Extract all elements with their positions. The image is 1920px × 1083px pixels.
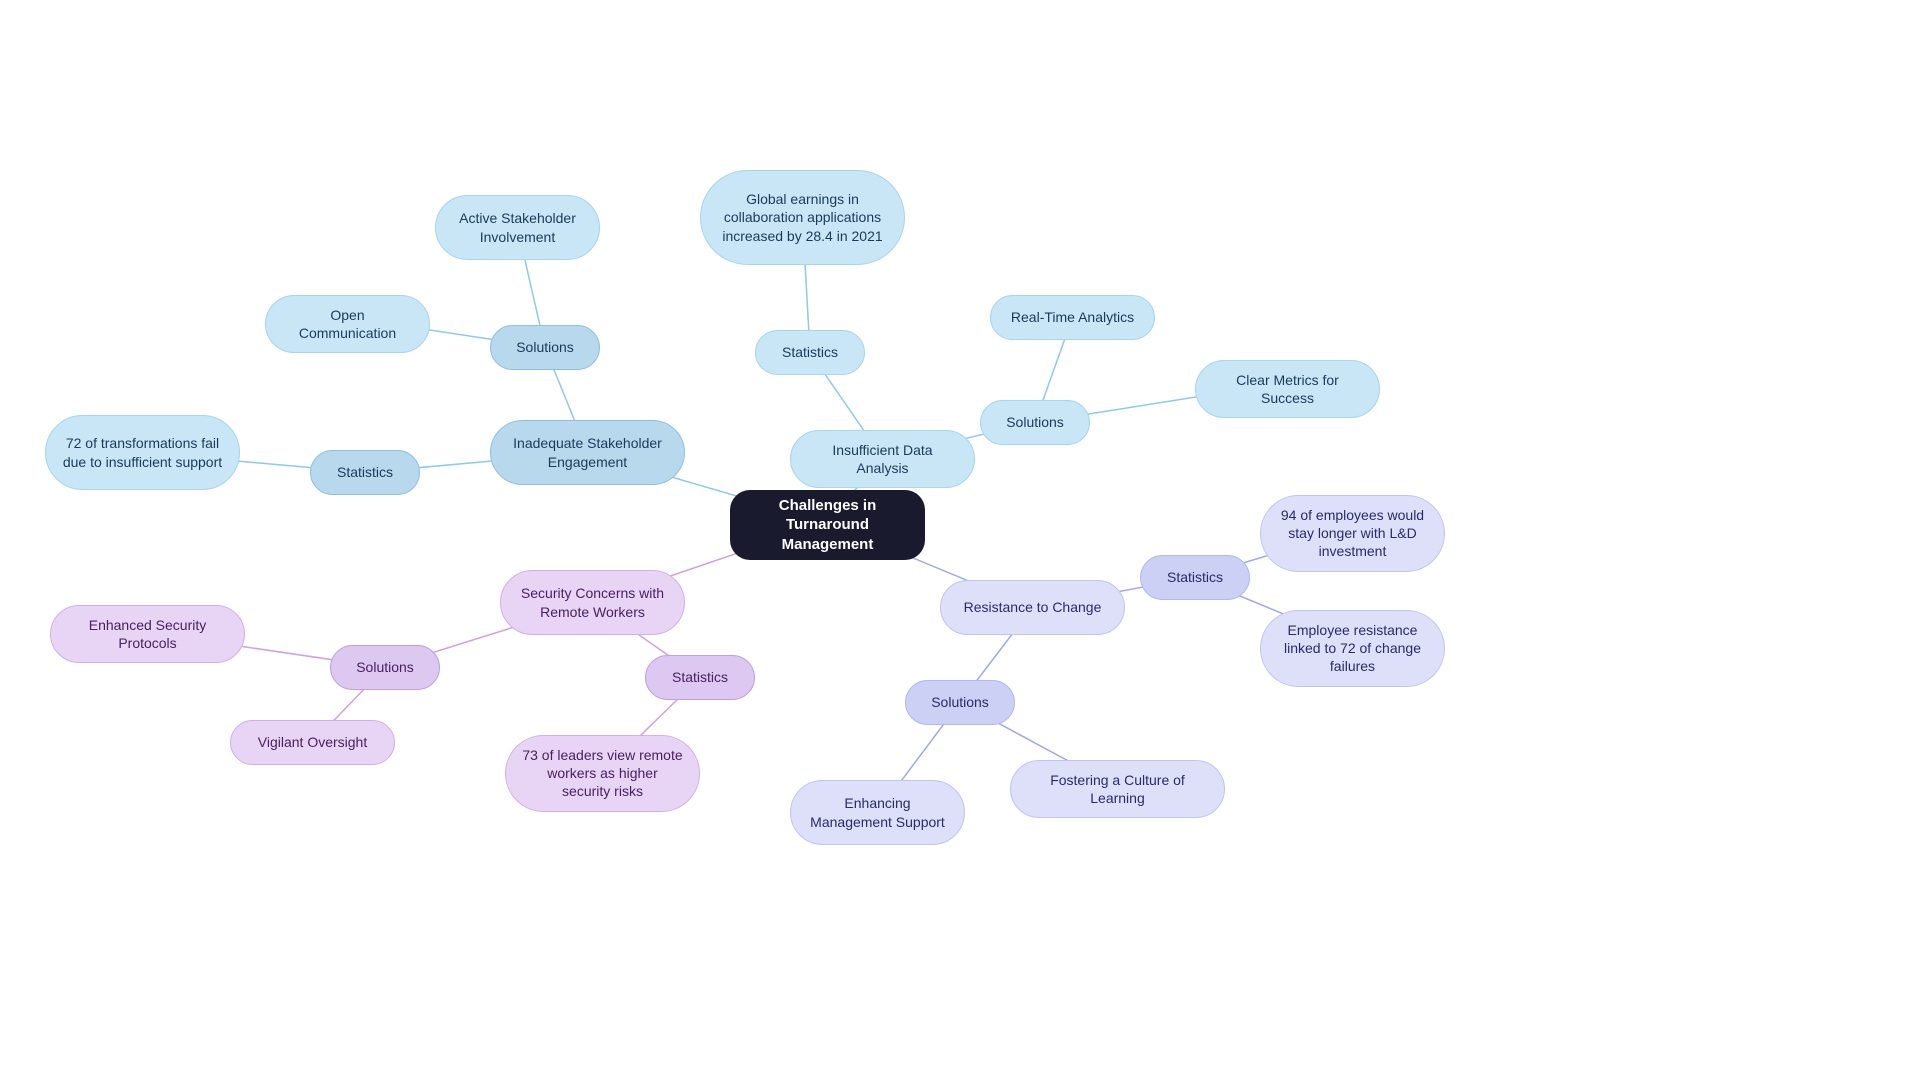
fostering-culture-node: Fostering a Culture of Learning <box>1010 760 1225 818</box>
stats-text1-node: 72 of transformations fail due to insuff… <box>45 415 240 490</box>
insufficient-data-node: Insufficient Data Analysis <box>790 430 975 488</box>
stats-text4-node: Employee resistance linked to 72 of chan… <box>1260 610 1445 687</box>
connections-svg <box>0 0 1920 1083</box>
enhancing-mgmt-node: Enhancing Management Support <box>790 780 965 845</box>
statistics-lavender1-node: Statistics <box>1140 555 1250 600</box>
enhanced-security-node: Enhanced Security Protocols <box>50 605 245 663</box>
open-communication-node: Open Communication <box>265 295 430 353</box>
statistics-blue2-node: Statistics <box>755 330 865 375</box>
stats-text5-node: 73 of leaders view remote workers as hig… <box>505 735 700 812</box>
vigilant-oversight-node: Vigilant Oversight <box>230 720 395 765</box>
solutions-blue2-node: Solutions <box>980 400 1090 445</box>
security-concerns-node: Security Concerns with Remote Workers <box>500 570 685 635</box>
active-stakeholder-node: Active Stakeholder Involvement <box>435 195 600 260</box>
resistance-to-change-node: Resistance to Change <box>940 580 1125 635</box>
statistics-pink1-node: Statistics <box>645 655 755 700</box>
center-node: Challenges in Turnaround Management <box>730 490 925 560</box>
real-time-analytics-node: Real-Time Analytics <box>990 295 1155 340</box>
solutions-lavender1-node: Solutions <box>905 680 1015 725</box>
inadequate-stakeholder-node: Inadequate Stakeholder Engagement <box>490 420 685 485</box>
clear-metrics-node: Clear Metrics for Success <box>1195 360 1380 418</box>
solutions-pink1-node: Solutions <box>330 645 440 690</box>
stats-text3-node: 94 of employees would stay longer with L… <box>1260 495 1445 572</box>
mindmap-container: Challenges in Turnaround Management Inade… <box>0 0 1920 1083</box>
stats-text2-node: Global earnings in collaboration applica… <box>700 170 905 265</box>
solutions-blue1-node: Solutions <box>490 325 600 370</box>
statistics-blue1-node: Statistics <box>310 450 420 495</box>
